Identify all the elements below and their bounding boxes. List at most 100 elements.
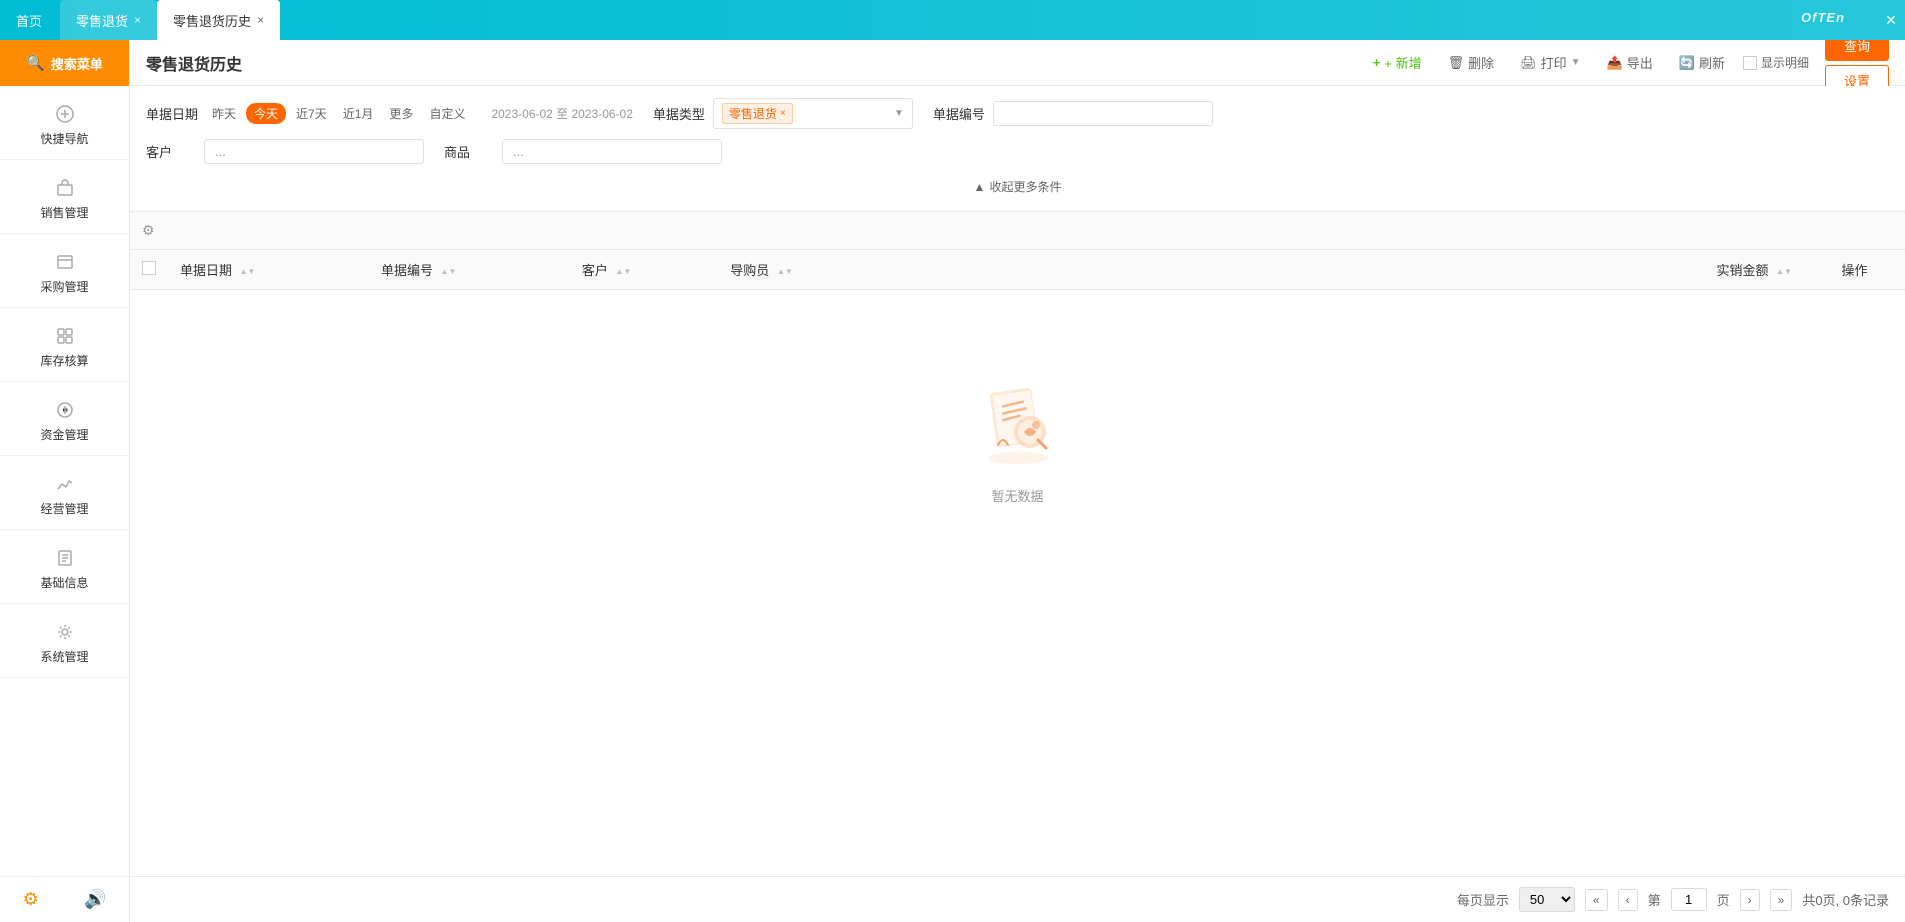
print-button[interactable]: 🖨 打印 ▼ — [1512, 49, 1588, 76]
print-dropdown-icon: ▼ — [1571, 57, 1581, 68]
pagination-bar: 每页显示 50 20 100 « ‹ 第 页 › » 共0页, 0条记录 — [130, 876, 1905, 922]
sidebar-search-button[interactable]: 🔍 搜索菜单 — [0, 40, 129, 86]
plus-icon: + — [1373, 55, 1381, 70]
doc-type-tag: 零售退货 × — [722, 103, 793, 124]
sort-customer-icon[interactable]: ▲▼ — [616, 268, 632, 276]
last-page-button[interactable]: » — [1770, 889, 1793, 911]
table-body: 暂无数据 — [130, 290, 1905, 546]
basic-info-icon — [53, 546, 77, 570]
export-button[interactable]: 📤 导出 — [1599, 49, 1661, 76]
quick-nav-icon — [53, 102, 77, 126]
page-title: 零售退货历史 — [146, 51, 242, 75]
th-checkbox — [130, 250, 168, 290]
filter-row-1: 单据日期 昨天 今天 近7天 近1月 更多 自定义 2023-06-02 至 2… — [146, 98, 1889, 129]
per-page-select[interactable]: 50 20 100 — [1519, 887, 1575, 912]
customer-input[interactable]: ... — [204, 139, 424, 164]
show-detail-checkbox-area: 显示明细 — [1743, 54, 1809, 71]
close-tab-retail-return-history[interactable]: × — [257, 13, 264, 27]
window-close-button[interactable]: × — [1877, 6, 1905, 34]
settings-bottom-icon[interactable]: ⚙ — [23, 889, 39, 910]
finance-mgmt-icon — [53, 398, 77, 422]
sidebar-item-basic-info[interactable]: 基础信息 — [0, 530, 129, 604]
tab-home[interactable]: 首页 — [0, 0, 58, 40]
tab-list: 首页 零售退货 × 零售退货历史 × — [0, 0, 1877, 40]
sidebar-item-operations[interactable]: 经营管理 — [0, 456, 129, 530]
delete-button[interactable]: 🗑 删除 — [1440, 49, 1503, 76]
new-button[interactable]: + + 新增 — [1365, 49, 1430, 76]
sort-date-icon[interactable]: ▲▼ — [240, 268, 256, 276]
goods-filter: 商品 ... — [444, 139, 722, 164]
yesterday-btn[interactable]: 昨天 — [206, 103, 242, 124]
custom-btn[interactable]: 自定义 — [423, 103, 471, 124]
filter-row-2: 客户 ... 商品 ... — [146, 139, 1889, 164]
date-filter: 单据日期 昨天 今天 近7天 近1月 更多 自定义 — [146, 103, 471, 124]
last1month-btn[interactable]: 近1月 — [337, 103, 380, 124]
goods-input[interactable]: ... — [502, 139, 722, 164]
sidebar-item-system-mgmt[interactable]: 系统管理 — [0, 604, 129, 678]
main-layout: 🔍 搜索菜单 快捷导航 销售管理 采购管理 — [0, 40, 1905, 922]
doc-type-filter: 单据类型 零售退货 × ▼ — [653, 98, 913, 129]
sidebar: 🔍 搜索菜单 快捷导航 销售管理 采购管理 — [0, 40, 130, 922]
prev-page-button[interactable]: ‹ — [1618, 889, 1638, 911]
table-wrapper: ⚙ 单据日期 ▲▼ 单据编号 ▲▼ — [130, 212, 1905, 876]
often-badge: OfTEn — [1801, 10, 1845, 25]
show-detail-checkbox[interactable] — [1743, 56, 1757, 70]
close-tab-retail-return[interactable]: × — [134, 13, 141, 27]
doc-type-tag-close[interactable]: × — [780, 108, 786, 119]
per-page-label: 每页显示 — [1457, 890, 1509, 909]
top-bar: 首页 零售退货 × 零售退货历史 × OfTEn × — [0, 0, 1905, 40]
tab-retail-return[interactable]: 零售退货 × — [60, 0, 157, 40]
query-button[interactable]: 查询 — [1825, 40, 1889, 61]
sidebar-item-purchase-mgmt[interactable]: 采购管理 — [0, 234, 129, 308]
refresh-icon: 🔄 — [1679, 55, 1695, 71]
th-actions: 操作 — [1804, 250, 1905, 290]
operations-icon — [53, 472, 77, 496]
sales-mgmt-icon — [53, 176, 77, 200]
empty-state: 暂无数据 — [130, 290, 1905, 545]
table-header-row: 单据日期 ▲▼ 单据编号 ▲▼ 客户 ▲▼ 导购员 — [130, 250, 1905, 290]
sidebar-item-quick-nav[interactable]: 快捷导航 — [0, 86, 129, 160]
sort-amount-icon[interactable]: ▲▼ — [1776, 268, 1792, 276]
total-label: 共0页, 0条记录 — [1802, 890, 1889, 909]
page-end-label: 页 — [1717, 890, 1730, 909]
collapse-button[interactable]: ▲ 收起更多条件 — [962, 174, 1074, 199]
th-spacer — [893, 250, 1603, 290]
sort-guide-icon[interactable]: ▲▼ — [777, 268, 793, 276]
delete-icon: 🗑 — [1448, 55, 1465, 71]
customer-label: 客户 — [146, 142, 196, 161]
table-head: 单据日期 ▲▼ 单据编号 ▲▼ 客户 ▲▼ 导购员 — [130, 250, 1905, 290]
sidebar-item-sales-mgmt[interactable]: 销售管理 — [0, 160, 129, 234]
th-guide: 导购员 ▲▼ — [718, 250, 893, 290]
sidebar-nav: 快捷导航 销售管理 采购管理 库存核算 — [0, 86, 129, 876]
date-range-buttons: 昨天 今天 近7天 近1月 更多 自定义 — [206, 103, 471, 124]
empty-state-row: 暂无数据 — [130, 290, 1905, 546]
next-page-button[interactable]: › — [1740, 889, 1760, 911]
doc-no-input[interactable] — [993, 101, 1213, 126]
sidebar-item-inventory[interactable]: 库存核算 — [0, 308, 129, 382]
today-btn[interactable]: 今天 — [246, 103, 286, 124]
purchase-mgmt-icon — [53, 250, 77, 274]
date-label: 单据日期 — [146, 104, 198, 123]
table-settings-icon[interactable]: ⚙ — [142, 222, 155, 239]
print-icon: 🖨 — [1520, 55, 1537, 71]
sort-no-icon[interactable]: ▲▼ — [441, 268, 457, 276]
refresh-button[interactable]: 🔄 刷新 — [1671, 49, 1733, 76]
tab-retail-return-history[interactable]: 零售退货历史 × — [157, 0, 280, 40]
export-icon: 📤 — [1607, 55, 1623, 71]
doc-type-chevron-icon: ▼ — [894, 108, 904, 119]
first-page-button[interactable]: « — [1585, 889, 1608, 911]
doc-no-label: 单据编号 — [933, 104, 985, 123]
page-header: 零售退货历史 + + 新增 🗑 删除 🖨 打印 ▼ — [130, 40, 1905, 86]
sidebar-item-finance-mgmt[interactable]: 资金管理 — [0, 382, 129, 456]
volume-icon[interactable]: 🔊 — [84, 889, 106, 910]
page-input[interactable] — [1671, 888, 1707, 911]
collapse-up-icon: ▲ — [974, 180, 986, 194]
sidebar-bottom: ⚙ 🔊 — [0, 876, 129, 922]
last7days-btn[interactable]: 近7天 — [290, 103, 333, 124]
more-btn[interactable]: 更多 — [383, 103, 419, 124]
page-label: 第 — [1648, 890, 1661, 909]
inventory-icon — [53, 324, 77, 348]
doc-type-select[interactable]: 零售退货 × ▼ — [713, 98, 913, 129]
empty-state-cell: 暂无数据 — [130, 290, 1905, 546]
select-all-checkbox[interactable] — [142, 261, 156, 275]
